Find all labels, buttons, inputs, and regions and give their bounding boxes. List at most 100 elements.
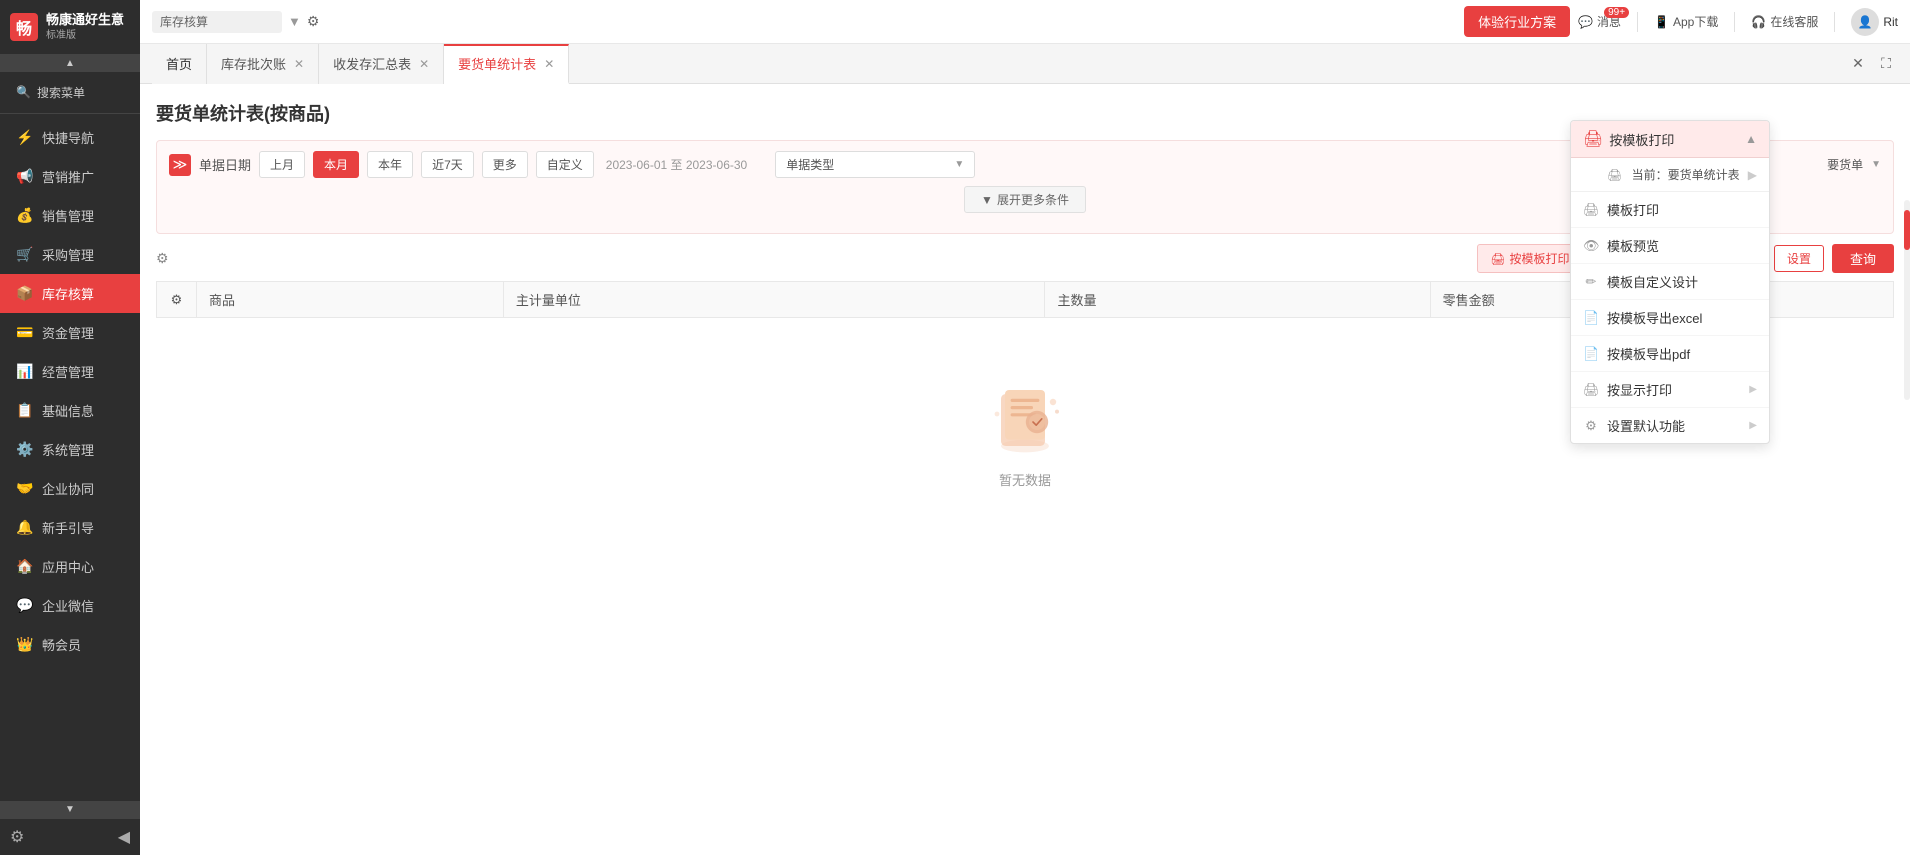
expand-more-button[interactable]: ▼ 展开更多条件 — [964, 186, 1086, 213]
breadcrumb-input[interactable] — [152, 11, 282, 33]
set-default-icon: ⚙ — [1583, 418, 1599, 434]
sidebar-scroll-down[interactable]: ▼ — [0, 801, 140, 818]
tab-inventory-batch[interactable]: 库存批次账 ✕ — [207, 44, 319, 84]
inventory-icon: 📦 — [16, 284, 34, 302]
sidebar-item-system[interactable]: ⚙️ 系统管理 — [0, 430, 140, 469]
dropdown-collapse-arrow[interactable]: ▲ — [1745, 132, 1757, 146]
messages-icon: 💬 — [1578, 15, 1593, 29]
main-area: ▼ ⚙ 体验行业方案 💬 消息 99+ 📱 App下载 🎧 在线客服 👤 — [140, 0, 1910, 855]
sidebar-item-quick-nav[interactable]: ⚡ 快捷导航 — [0, 118, 140, 157]
tab-order-stats-close[interactable]: ✕ — [544, 57, 554, 71]
date-btn-7days[interactable]: 近7天 — [421, 151, 474, 178]
dropdown-current-template[interactable]: 🖨 当前：要货单统计表 ▶ — [1571, 158, 1769, 192]
dropdown-item-display-print-label: 按显示打印 — [1607, 380, 1672, 399]
app-download-button[interactable]: 📱 App下载 — [1654, 13, 1718, 30]
dropdown-item-template-preview-label: 模板预览 — [1607, 236, 1659, 255]
tab-order-stats[interactable]: 要货单统计表 ✕ — [444, 44, 569, 84]
settings-bottom-icon[interactable]: ⚙ — [10, 827, 24, 847]
messages-button[interactable]: 💬 消息 99+ — [1578, 13, 1621, 30]
sidebar-item-app-center[interactable]: 🏠 应用中心 — [0, 547, 140, 586]
topbar-gear-icon[interactable]: ⚙ — [307, 13, 320, 30]
expand-more-icon: ▼ — [981, 193, 993, 207]
tab-expand-button[interactable]: ⛶ — [1874, 52, 1898, 76]
sidebar-item-enterprise[interactable]: 🤝 企业协同 — [0, 469, 140, 508]
empty-text: 暂无数据 — [999, 470, 1051, 489]
breadcrumb-dropdown-icon[interactable]: ▼ — [288, 14, 301, 29]
sidebar-scroll-up[interactable]: ▲ — [0, 55, 140, 72]
date-range-display: 2023-06-01 至 2023-06-30 — [606, 156, 747, 173]
sidebar-item-marketing[interactable]: 📢 营销推广 — [0, 157, 140, 196]
sidebar-item-guide[interactable]: 🔔 新手引导 — [0, 508, 140, 547]
tab-inventory-batch-close[interactable]: ✕ — [294, 57, 304, 71]
sidebar-item-label: 资金管理 — [42, 323, 94, 342]
query-button[interactable]: 查询 — [1832, 244, 1894, 273]
sidebar-item-label: 应用中心 — [42, 557, 94, 576]
quick-nav-icon: ⚡ — [16, 128, 34, 146]
tab-close-all-button[interactable]: ✕ — [1846, 52, 1870, 76]
search-icon: 🔍 — [16, 85, 31, 99]
tab-order-stats-label: 要货单统计表 — [458, 54, 536, 73]
dropdown-item-export-excel[interactable]: 📄 按模板导出excel — [1571, 300, 1769, 336]
tab-inventory-batch-label: 库存批次账 — [221, 54, 286, 73]
export-excel-icon: 📄 — [1583, 310, 1599, 326]
sidebar: 畅 畅康通好生意 标准版 ▲ 🔍 搜索菜单 ⚡ 快捷导航 📢 营销推广 💰 销售… — [0, 0, 140, 855]
template-custom-icon: ✏ — [1583, 274, 1599, 290]
dropdown-item-display-print[interactable]: 🖨 按显示打印 ▶ — [1571, 372, 1769, 408]
sidebar-item-label: 销售管理 — [42, 206, 94, 225]
type-filter-select[interactable]: 单据类型 ▼ — [775, 151, 975, 178]
messages-badge: 99+ — [1604, 7, 1629, 18]
topbar: ▼ ⚙ 体验行业方案 💬 消息 99+ 📱 App下载 🎧 在线客服 👤 — [140, 0, 1910, 44]
sidebar-search-button[interactable]: 🔍 搜索菜单 — [10, 80, 130, 105]
sidebar-item-purchase[interactable]: 🛒 采购管理 — [0, 235, 140, 274]
print-template-dropdown: 🖨 按模板打印 ▲ 🖨 当前：要货单统计表 ▶ 🖨 模板打印 👁 模板预览 — [1570, 120, 1770, 444]
purchase-icon: 🛒 — [16, 245, 34, 263]
dropdown-item-set-default-label: 设置默认功能 — [1607, 416, 1685, 435]
dropdown-print-icon: 🖨 — [1583, 129, 1603, 149]
filter-expand-button[interactable]: ≫ — [169, 154, 191, 176]
dropdown-header[interactable]: 🖨 按模板打印 ▲ — [1571, 121, 1769, 158]
sidebar-item-basics[interactable]: 📋 基础信息 — [0, 391, 140, 430]
settings-button[interactable]: 设置 — [1774, 245, 1824, 272]
sidebar-item-label: 基础信息 — [42, 401, 94, 420]
tabs-right: ✕ ⛶ — [1846, 52, 1910, 76]
online-service-label: 在线客服 — [1770, 13, 1818, 30]
dropdown-item-template-preview[interactable]: 👁 模板预览 — [1571, 228, 1769, 264]
date-btn-last-month[interactable]: 上月 — [259, 151, 305, 178]
sidebar-item-sales[interactable]: 💰 销售管理 — [0, 196, 140, 235]
date-btn-this-month[interactable]: 本月 — [313, 151, 359, 178]
trial-button[interactable]: 体验行业方案 — [1464, 6, 1570, 37]
marketing-icon: 📢 — [16, 167, 34, 185]
app-name: 畅康通好生意 — [46, 12, 124, 29]
col-product: 商品 — [197, 282, 504, 318]
app-download-label: App下载 — [1673, 13, 1718, 30]
finance-icon: 💳 — [16, 323, 34, 341]
print-icon: 🖨 — [1490, 252, 1505, 266]
divider3 — [1834, 12, 1835, 32]
user-avatar[interactable]: 👤 Rit — [1851, 8, 1898, 36]
sidebar-item-vip[interactable]: 👑 畅会员 — [0, 625, 140, 664]
system-icon: ⚙️ — [16, 440, 34, 458]
sidebar-item-finance[interactable]: 💳 资金管理 — [0, 313, 140, 352]
right-scrollbar[interactable] — [1904, 200, 1910, 400]
date-btn-more[interactable]: 更多 — [482, 151, 528, 178]
table-gear-icon[interactable]: ⚙ — [156, 250, 169, 267]
sidebar-search-area: 🔍 搜索菜单 — [0, 72, 140, 114]
date-btn-custom[interactable]: 自定义 — [536, 151, 594, 178]
tab-home[interactable]: 首页 — [152, 44, 207, 84]
sidebar-item-inventory[interactable]: 📦 库存核算 — [0, 274, 140, 313]
print-label: 按模板打印 — [1510, 250, 1570, 267]
app-version: 标准版 — [46, 29, 124, 42]
tab-receivable-summary[interactable]: 收发存汇总表 ✕ — [319, 44, 444, 84]
sidebar-item-operation[interactable]: 📊 经营管理 — [0, 352, 140, 391]
sidebar-item-enterprise-wechat[interactable]: 💬 企业微信 — [0, 586, 140, 625]
collapse-icon[interactable]: ◀ — [118, 827, 130, 847]
col-unit: 主计量单位 — [503, 282, 1045, 318]
dropdown-item-export-pdf[interactable]: 📄 按模板导出pdf — [1571, 336, 1769, 372]
online-service-button[interactable]: 🎧 在线客服 — [1751, 13, 1818, 30]
guide-icon: 🔔 — [16, 518, 34, 536]
dropdown-item-template-print[interactable]: 🖨 模板打印 — [1571, 192, 1769, 228]
dropdown-item-template-custom[interactable]: ✏ 模板自定义设计 — [1571, 264, 1769, 300]
tab-receivable-summary-close[interactable]: ✕ — [419, 57, 429, 71]
date-btn-this-year[interactable]: 本年 — [367, 151, 413, 178]
dropdown-item-set-default[interactable]: ⚙ 设置默认功能 ▶ — [1571, 408, 1769, 443]
